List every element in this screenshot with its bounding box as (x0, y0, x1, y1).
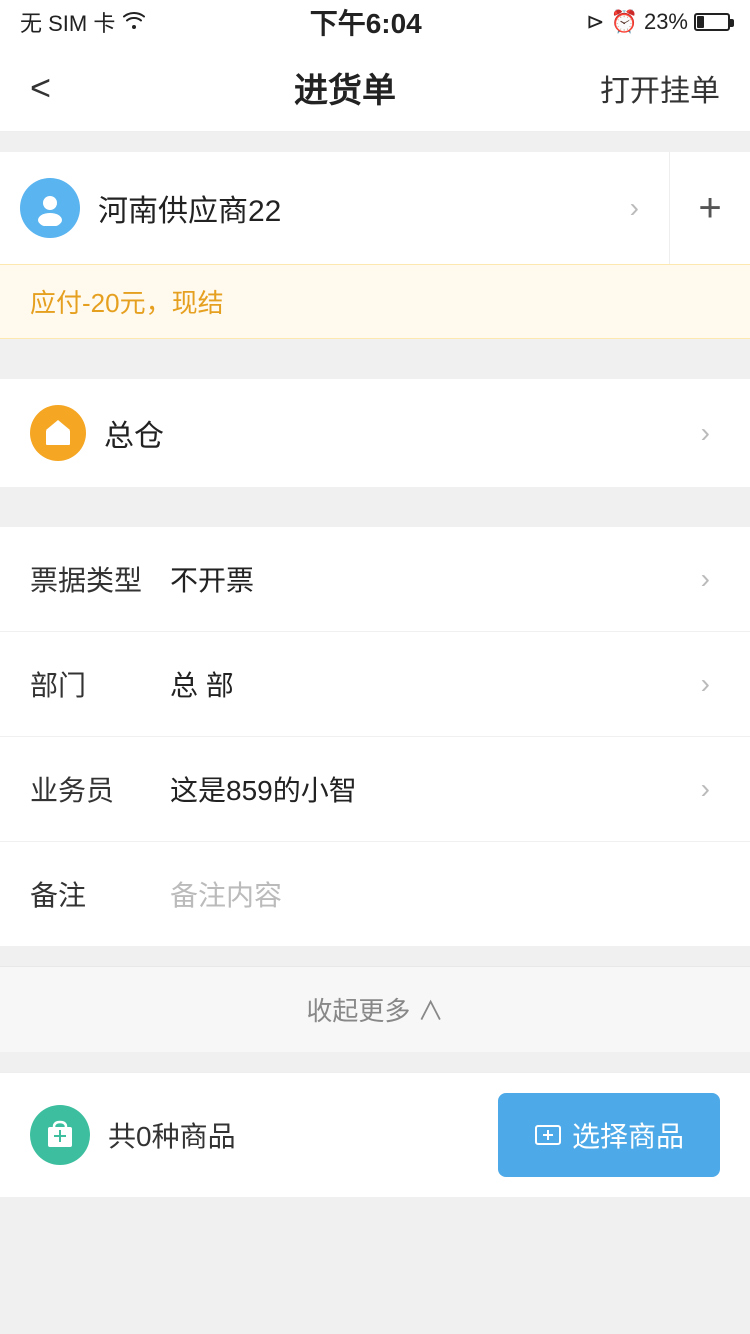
section-gap-3 (0, 487, 750, 507)
warehouse-icon (30, 405, 86, 461)
status-bar: 无 SIM 卡 下午6:04 ⊳ ⏰ 23% (0, 0, 750, 44)
warning-banner: 应付-20元，现结 (0, 264, 750, 339)
warehouse-chevron-icon: › (691, 417, 720, 449)
carrier-text: 无 SIM 卡 (20, 6, 115, 38)
supplier-name: 河南供应商22 (98, 186, 620, 230)
warning-text: 应付-20元，现结 (30, 288, 224, 318)
bottom-bar: 共0种商品 选择商品 (0, 1072, 750, 1197)
product-count: 共0种商品 (108, 1115, 498, 1155)
form-row-invoice[interactable]: 票据类型 不开票 › (0, 527, 750, 632)
nav-bar: < 进货单 打开挂单 (0, 44, 750, 132)
supplier-avatar (20, 178, 80, 238)
select-product-label: 选择商品 (572, 1115, 684, 1155)
status-right: ⊳ ⏰ 23% (586, 9, 730, 35)
department-label: 部门 (30, 664, 170, 704)
page-title: 进货单 (294, 63, 396, 112)
open-pending-button[interactable]: 打开挂单 (600, 66, 720, 110)
department-value: 总 部 (170, 664, 691, 704)
supplier-section: 河南供应商22 › + (0, 152, 750, 264)
alarm-icon: ⏰ (611, 9, 638, 35)
form-section: 票据类型 不开票 › 部门 总 部 › 业务员 这是859的小智 › 备注 备注… (0, 527, 750, 946)
back-button[interactable]: < (30, 67, 90, 109)
supplier-row[interactable]: 河南供应商22 › (0, 152, 670, 264)
status-left: 无 SIM 卡 (20, 6, 145, 38)
location-icon: ⊳ (586, 9, 604, 35)
salesperson-label: 业务员 (30, 769, 170, 809)
invoice-label: 票据类型 (30, 559, 170, 599)
product-icon (30, 1105, 90, 1165)
warehouse-row[interactable]: 总仓 › (0, 379, 750, 487)
status-time: 下午6:04 (310, 2, 422, 42)
warehouse-section: 总仓 › (0, 379, 750, 487)
battery-percentage: 23% (644, 9, 688, 35)
collapse-bar[interactable]: 收起更多 ∧ (0, 966, 750, 1052)
invoice-value: 不开票 (170, 559, 691, 599)
form-row-remark[interactable]: 备注 备注内容 (0, 842, 750, 946)
wifi-icon (123, 9, 145, 35)
collapse-text: 收起更多 ∧ (306, 991, 443, 1028)
remark-input[interactable]: 备注内容 (170, 874, 720, 914)
section-gap-2 (0, 339, 750, 359)
add-supplier-button[interactable]: + (670, 160, 750, 257)
supplier-chevron-icon: › (620, 192, 649, 224)
department-chevron-icon: › (691, 668, 720, 700)
salesperson-chevron-icon: › (691, 773, 720, 805)
invoice-chevron-icon: › (691, 563, 720, 595)
remark-label: 备注 (30, 874, 170, 914)
warehouse-name: 总仓 (104, 411, 691, 455)
battery-icon (694, 13, 730, 31)
form-row-salesperson[interactable]: 业务员 这是859的小智 › (0, 737, 750, 842)
section-gap-1 (0, 132, 750, 152)
form-row-department[interactable]: 部门 总 部 › (0, 632, 750, 737)
salesperson-value: 这是859的小智 (170, 769, 691, 809)
select-product-button[interactable]: 选择商品 (498, 1093, 720, 1177)
